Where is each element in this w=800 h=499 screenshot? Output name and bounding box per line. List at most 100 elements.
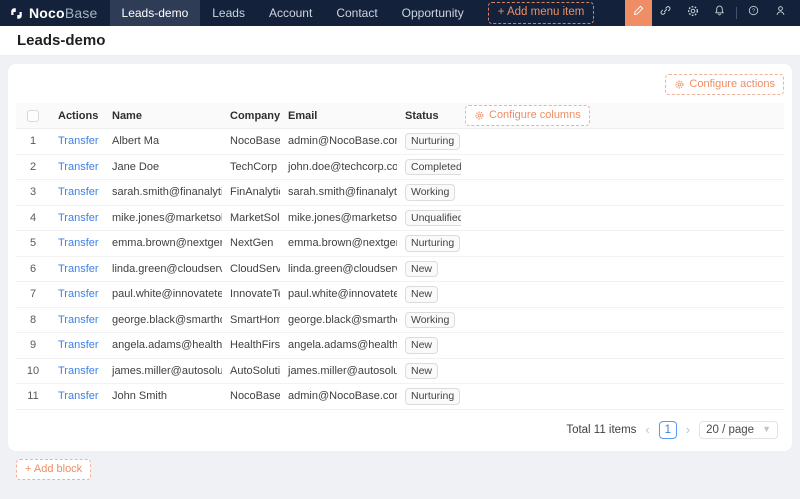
nav-item-account[interactable]: Account [257,0,324,26]
transfer-link[interactable]: Transfer [58,237,99,249]
transfer-link[interactable]: Transfer [58,263,99,275]
add-block-row: + Add block [8,451,792,488]
table-row: 9 Transfer angela.adams@healthfirst.com … [16,332,784,359]
configure-columns-button[interactable]: Configure columns [465,105,590,126]
status-badge: Working [405,311,456,328]
question-icon: ? [747,4,760,22]
cell-company: NocoBase [222,128,280,155]
title-bar: Leads-demo [0,26,800,56]
column-header-email: Email [280,103,397,129]
user-menu-button[interactable] [767,0,794,26]
row-index: 8 [16,307,50,333]
column-header-company: Company [222,103,280,129]
table-row: 11 Transfer John Smith NocoBase admin@No… [16,383,784,410]
highlighter-icon [632,4,645,22]
cell-email: sarah.smith@finanalytics.com [280,179,397,206]
cell-name: george.black@smarthome.com [104,307,222,333]
cell-email: james.miller@autosolutions.com [280,358,397,384]
table-row: 10 Transfer james.miller@autosolutions.c… [16,358,784,384]
transfer-link[interactable]: Transfer [58,161,99,173]
cell-name: linda.green@cloudservices.com [104,256,222,282]
table-row: 5 Transfer emma.brown@nextgen.com NextGe… [16,230,784,257]
row-index: 11 [16,383,50,410]
cell-company: NocoBase [222,383,280,410]
transfer-link[interactable]: Transfer [58,365,99,377]
row-index: 10 [16,358,50,384]
cell-email: emma.brown@nextgen.com [280,230,397,257]
status-badge: Unqualified [405,209,461,226]
column-header-status: Status [397,103,461,129]
nav-item-leads-demo[interactable]: Leads-demo [109,0,201,26]
pagination: Total 11 items ‹ 1 › 20 / page ▼ [16,410,784,451]
cell-name: paul.white@innovatetech.com [104,281,222,308]
table-block-card: Configure actions Actions Name Company E… [8,64,792,451]
chevron-down-icon: ▼ [762,424,771,434]
row-index: 7 [16,281,50,308]
status-badge: Nurturing [405,235,461,252]
table-row: 6 Transfer linda.green@cloudservices.com… [16,256,784,282]
column-header-name: Name [104,103,222,129]
ui-editor-button[interactable] [625,0,652,26]
row-index: 6 [16,256,50,282]
nav-item-contact[interactable]: Contact [324,0,389,26]
svg-text:?: ? [752,9,755,15]
api-link-button[interactable] [652,0,679,26]
transfer-link[interactable]: Transfer [58,186,99,198]
add-block-button[interactable]: + Add block [16,458,92,480]
transfer-link[interactable]: Transfer [58,314,99,326]
row-index: 3 [16,179,50,206]
transfer-link[interactable]: Transfer [58,212,99,224]
status-badge: Nurturing [405,133,461,150]
nav-item-opportunity[interactable]: Opportunity [390,0,476,26]
page-size-select[interactable]: 20 / page ▼ [699,420,778,439]
logo-text: NocoBase [29,5,98,21]
gear-icon [675,80,684,89]
table-row: 8 Transfer george.black@smarthome.com Sm… [16,307,784,333]
header-icons: ? [625,0,800,26]
page-size-label: 20 / page [706,423,755,436]
header-divider [736,7,737,19]
table-header-row: Actions Name Company Email Status Config… [16,103,784,129]
configure-actions-button[interactable]: Configure actions [665,74,784,95]
cell-email: paul.white@innovatetech.com [280,281,397,308]
nocobase-logo[interactable]: NocoBase [0,0,110,26]
cell-name: james.miller@autosolutions.com [104,358,222,384]
table-body: 1 Transfer Albert Ma NocoBase admin@Noco… [16,128,784,410]
add-menu-item-button[interactable]: + Add menu item [487,2,595,24]
prev-page-icon[interactable]: ‹ [645,423,649,436]
cell-email: admin@NocoBase.com [280,128,397,155]
transfer-link[interactable]: Transfer [58,135,99,147]
card-actions-row: Configure actions [16,72,784,103]
row-index: 1 [16,128,50,155]
pagination-total: Total 11 items [566,423,637,436]
select-all-checkbox[interactable] [27,109,39,122]
cell-email: admin@NocoBase.com [280,383,397,410]
page-number-1[interactable]: 1 [658,420,677,439]
help-button[interactable]: ? [740,0,767,26]
nav-item-leads[interactable]: Leads [200,0,257,26]
notifications-button[interactable] [706,0,733,26]
settings-button[interactable] [679,0,706,26]
next-page-icon[interactable]: › [686,423,690,436]
app-header: NocoBase Leads-demo Leads Account Contact Op… [0,0,800,26]
cell-email: angela.adams@healthfirst.com [280,332,397,359]
cell-company: CloudServices [222,256,280,282]
status-badge: New [405,362,439,379]
cell-name: John Smith [104,383,222,410]
user-icon [774,4,787,22]
cell-name: Jane Doe [104,154,222,180]
transfer-link[interactable]: Transfer [58,390,99,402]
content-area: Configure actions Actions Name Company E… [0,56,800,496]
main-nav: Leads-demo Leads Account Contact Opportunity [109,0,476,26]
transfer-link[interactable]: Transfer [58,288,99,300]
cell-name: sarah.smith@finanalytics.com [104,179,222,206]
bell-icon [713,4,726,22]
cell-email: john.doe@techcorp.com [280,154,397,180]
cell-name: angela.adams@healthfirst.com [104,332,222,359]
table-row: 4 Transfer mike.jones@marketsolutions.co… [16,205,784,231]
transfer-link[interactable]: Transfer [58,339,99,351]
page-title: Leads-demo [17,32,106,49]
configure-columns-label: Configure columns [489,109,581,121]
cell-email: linda.green@cloudservices.com [280,256,397,282]
status-badge: New [405,337,439,354]
